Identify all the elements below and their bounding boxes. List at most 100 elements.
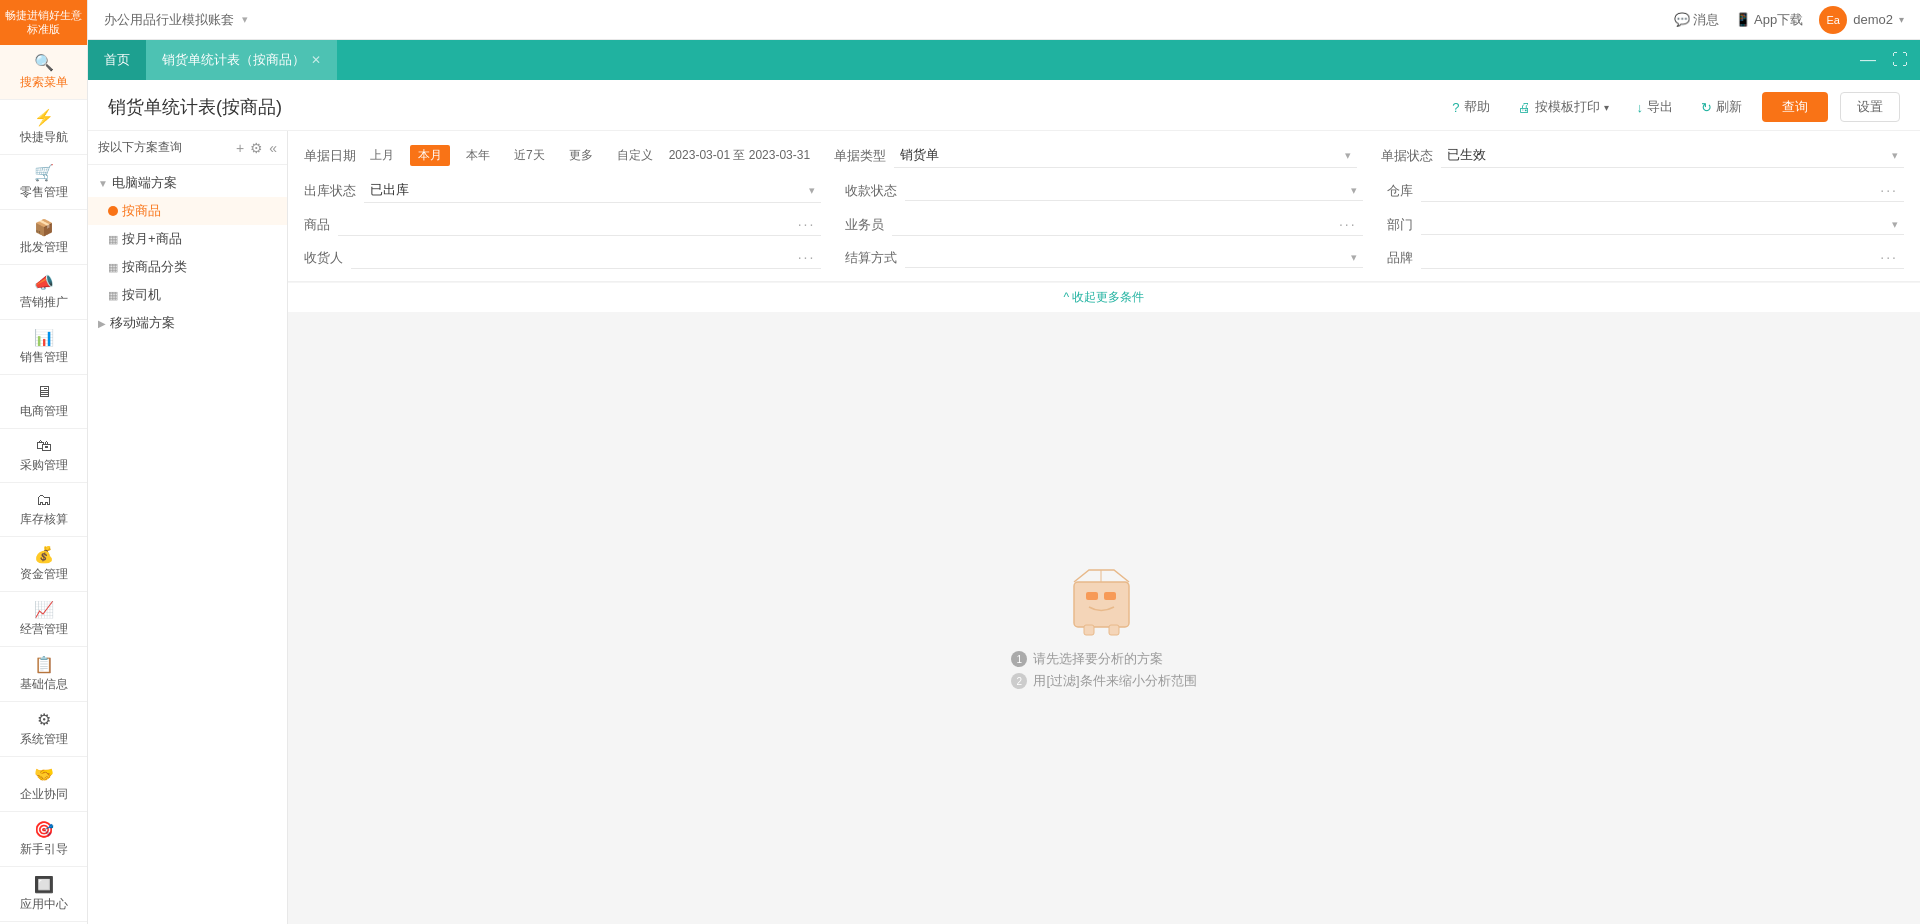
tab-report[interactable]: 销货单统计表（按商品） ✕	[146, 40, 337, 80]
warehouse-dots-icon[interactable]: ···	[1880, 182, 1898, 198]
retail-icon: 🛒	[34, 163, 54, 182]
tree-node-driver[interactable]: ▦ 按司机	[88, 281, 287, 309]
help-icon: ?	[1452, 100, 1459, 115]
sidebar-item-marketing[interactable]: 📣 营销推广	[0, 265, 87, 320]
receiver-dots-icon[interactable]: ···	[798, 249, 816, 265]
empty-svg-icon	[1054, 542, 1154, 642]
collapse-bar[interactable]: ^ 收起更多条件	[288, 282, 1920, 312]
dept-value[interactable]: ▾	[1421, 215, 1904, 235]
filter-row-3: 商品 ··· 业务员 ···	[304, 213, 1904, 236]
svg-rect-0	[1074, 582, 1129, 627]
main-area: 办公用品行业模拟账套 ▾ 💬 消息 📱 App下载 Ea demo2 ▾ 首页 …	[88, 0, 1920, 924]
user-dropdown-icon: ▾	[1899, 14, 1904, 25]
receiver-value[interactable]: ···	[351, 246, 821, 269]
sidebar-item-system[interactable]: ⚙ 系统管理	[0, 702, 87, 757]
tree-node-category[interactable]: ▦ 按商品分类	[88, 253, 287, 281]
refresh-button[interactable]: ↻ 刷新	[1693, 94, 1750, 120]
warehouse-value[interactable]: ···	[1421, 179, 1904, 202]
date-7days[interactable]: 近7天	[506, 145, 553, 166]
tree-node-pc[interactable]: ▼ 电脑端方案	[88, 169, 287, 197]
sidebar-item-retail[interactable]: 🛒 零售管理	[0, 155, 87, 210]
sidebar-sales-label: 销售管理	[20, 349, 68, 366]
filter-outstore-item: 出库状态 已出库 ▾	[304, 178, 821, 203]
sidebar-finance-label: 资金管理	[20, 566, 68, 583]
filter-date-item: 单据日期 上月 本月 本年 近7天 更多 自定义 2023-03-01 至 20…	[304, 145, 810, 166]
sidebar-item-sales[interactable]: 📊 销售管理	[0, 320, 87, 375]
type-value[interactable]: 销货单 ▾	[894, 143, 1357, 168]
sidebar-item-quicknav[interactable]: ⚡ 快捷导航	[0, 100, 87, 155]
marketing-icon: 📣	[34, 273, 54, 292]
message-link[interactable]: 💬 消息	[1674, 11, 1719, 29]
print-dropdown-icon: ▾	[1604, 102, 1609, 113]
sidebar-item-basic[interactable]: 📋 基础信息	[0, 647, 87, 702]
sidebar-item-corp[interactable]: 🤝 企业协同	[0, 757, 87, 812]
tab-close-icon[interactable]: ✕	[311, 53, 321, 67]
export-button[interactable]: ↓ 导出	[1629, 94, 1682, 120]
status-value[interactable]: 已生效 ▾	[1441, 143, 1904, 168]
empty-illustration	[1054, 542, 1154, 642]
receive-dropdown-icon: ▾	[1351, 184, 1357, 197]
filter-type-item: 单据类型 销货单 ▾	[834, 143, 1357, 168]
download-icon: 📱	[1735, 12, 1751, 27]
settings-scheme-icon[interactable]: ⚙	[250, 140, 263, 156]
sidebar-item-inventory[interactable]: 🗂 库存核算	[0, 483, 87, 537]
svg-rect-5	[1109, 625, 1119, 635]
payment-value[interactable]: ▾	[905, 248, 1362, 268]
top-header: 办公用品行业模拟账套 ▾ 💬 消息 📱 App下载 Ea demo2 ▾	[88, 0, 1920, 40]
date-range-text: 2023-03-01 至 2023-03-31	[669, 147, 810, 164]
date-this-month[interactable]: 本月	[410, 145, 450, 166]
tab-minimize-icon[interactable]: —	[1856, 49, 1880, 71]
settings-button[interactable]: 设置	[1840, 92, 1900, 122]
receiver-label: 收货人	[304, 249, 343, 267]
staff-dots-icon[interactable]: ···	[1339, 216, 1357, 232]
sidebar-quicknav-label: 快捷导航	[20, 129, 68, 146]
expand-icon: ▼	[98, 178, 108, 189]
brand-value[interactable]: ···	[1421, 246, 1904, 269]
svg-rect-3	[1104, 592, 1116, 600]
app-download-link[interactable]: 📱 App下载	[1735, 11, 1803, 29]
tab-home[interactable]: 首页	[88, 40, 146, 80]
empty-hint-1: 1 请先选择要分析的方案	[1011, 650, 1196, 668]
date-last-month[interactable]: 上月	[362, 145, 402, 166]
system-icon: ⚙	[37, 710, 51, 729]
tree-node-month-product[interactable]: ▦ 按月+商品	[88, 225, 287, 253]
sales-icon: 📊	[34, 328, 54, 347]
goods-value[interactable]: ···	[338, 213, 821, 236]
username: demo2	[1853, 12, 1893, 27]
date-more[interactable]: 更多	[561, 145, 601, 166]
workspace-dropdown-icon[interactable]: ▾	[242, 13, 248, 26]
sidebar-item-ecommerce[interactable]: 🖥 电商管理	[0, 375, 87, 429]
sidebar-item-search[interactable]: 🔍 搜索菜单	[0, 45, 87, 100]
sidebar-item-purchase[interactable]: 🛍 采购管理	[0, 429, 87, 483]
filter-staff-item: 业务员 ···	[845, 213, 1362, 236]
sidebar-item-guide[interactable]: 🎯 新手引导	[0, 812, 87, 867]
sidebar-item-wholesale[interactable]: 📦 批发管理	[0, 210, 87, 265]
date-custom[interactable]: 自定义	[609, 145, 661, 166]
tab-maximize-icon[interactable]: ⛶	[1888, 49, 1912, 71]
query-button[interactable]: 查询	[1762, 92, 1828, 122]
goods-dots-icon[interactable]: ···	[798, 216, 816, 232]
date-this-year[interactable]: 本年	[458, 145, 498, 166]
sidebar-item-appstore[interactable]: 🔲 应用中心	[0, 867, 87, 922]
tree-node-by-product[interactable]: 按商品	[88, 197, 287, 225]
sidebar-inventory-label: 库存核算	[20, 511, 68, 528]
brand-dots-icon[interactable]: ···	[1880, 249, 1898, 265]
collapse-panel-icon[interactable]: «	[269, 140, 277, 156]
add-scheme-icon[interactable]: +	[236, 140, 244, 156]
status-dropdown-icon: ▾	[1892, 149, 1898, 162]
brand-label: 品牌	[1387, 249, 1413, 267]
help-button[interactable]: ? 帮助	[1444, 94, 1497, 120]
operation-icon: 📈	[34, 600, 54, 619]
print-button[interactable]: 🖨 按模板打印 ▾	[1510, 94, 1617, 120]
sidebar-item-finance[interactable]: 💰 资金管理	[0, 537, 87, 592]
tree-node-mobile[interactable]: ▶ 移动端方案	[88, 309, 287, 337]
filter-payment-item: 结算方式 ▾	[845, 248, 1362, 268]
receive-value[interactable]: ▾	[905, 181, 1362, 201]
outstore-value[interactable]: 已出库 ▾	[364, 178, 821, 203]
sidebar-item-operation[interactable]: 📈 经营管理	[0, 592, 87, 647]
staff-value[interactable]: ···	[892, 213, 1362, 236]
date-filter-row: 上月 本月 本年 近7天 更多 自定义 2023-03-01 至 2023-03…	[362, 145, 810, 166]
quicknav-icon: ⚡	[34, 108, 54, 127]
refresh-icon: ↻	[1701, 100, 1712, 115]
user-info[interactable]: Ea demo2 ▾	[1819, 6, 1904, 34]
